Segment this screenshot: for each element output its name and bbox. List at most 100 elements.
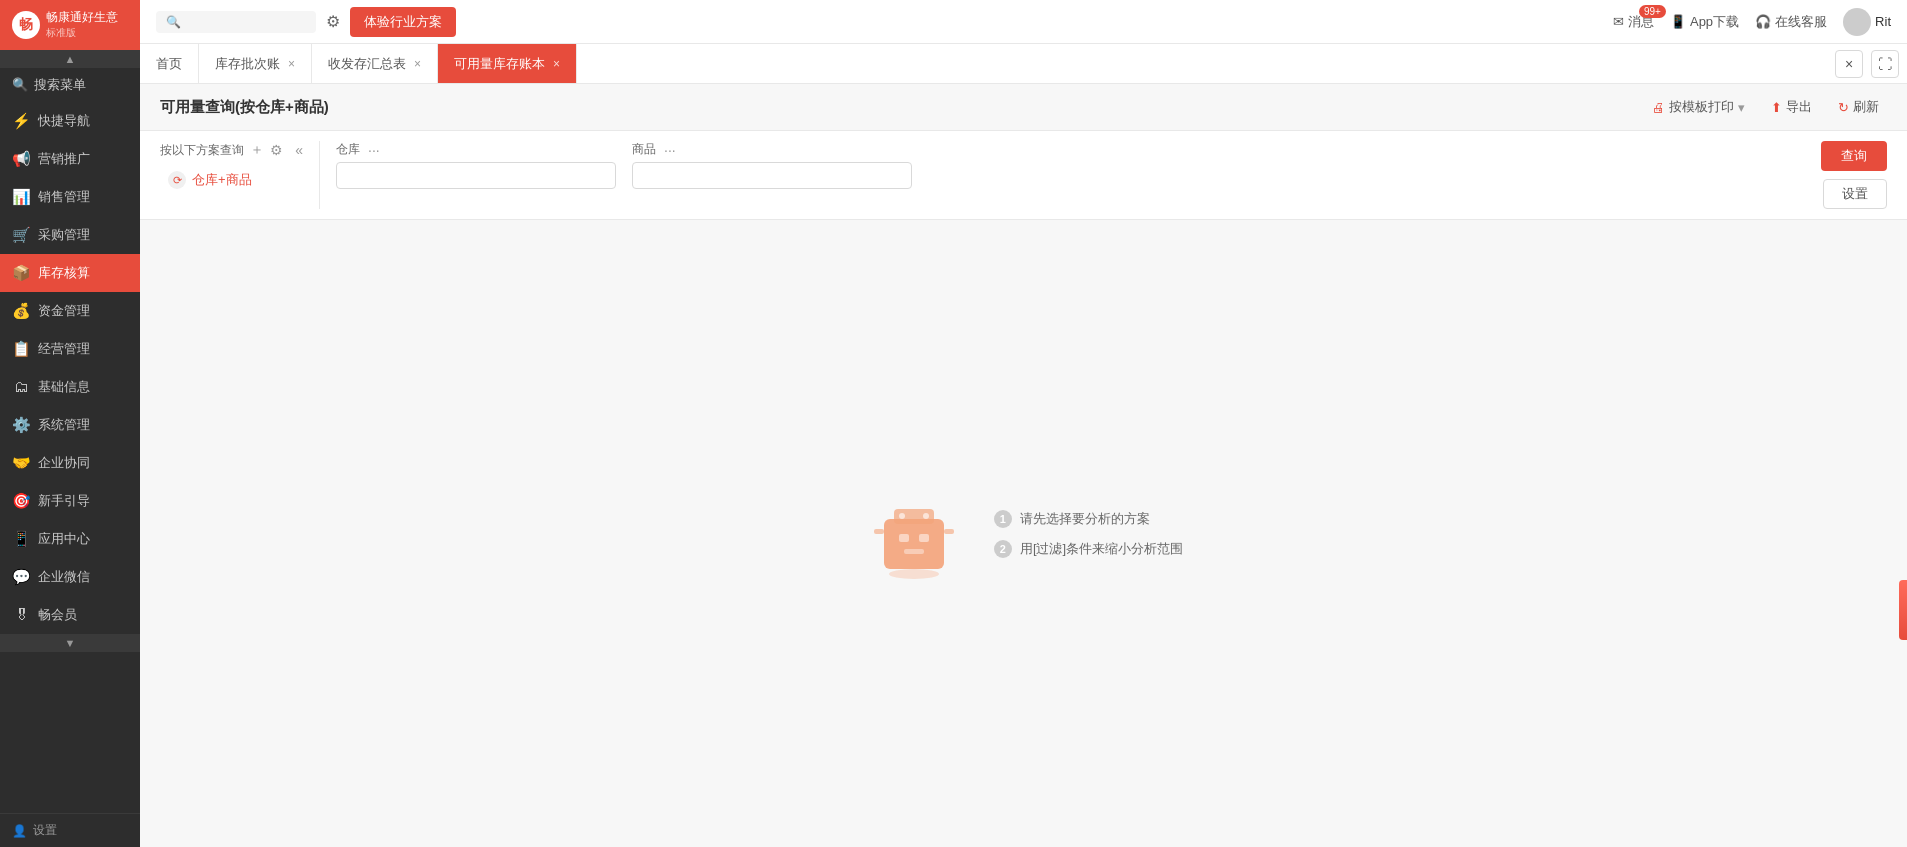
filter-fields: 仓库 ··· 商品 ··· [336, 141, 1807, 209]
filter-area: 按以下方案查询 ＋ ⚙ « ⟳ 仓库+商品 仓库 ··· [140, 131, 1907, 220]
message-badge: 99+ [1639, 5, 1666, 18]
topbar: 🔍 ⚙ 体验行业方案 ✉ 消息 99+ 📱 App下载 🎧 在线客服 Rit [140, 0, 1907, 44]
scheme-item-warehouse-product[interactable]: ⟳ 仓库+商品 [160, 167, 303, 193]
sidebar-item-wechat[interactable]: 💬 企业微信 [0, 558, 140, 596]
sidebar-item-label: 经营管理 [38, 340, 90, 358]
right-scroll-indicator [1899, 580, 1907, 640]
sidebar-item-label: 营销推广 [38, 150, 90, 168]
tab-available-stock-close[interactable]: × [553, 57, 560, 71]
settings-btn[interactable]: 设置 [1823, 179, 1887, 209]
app-download-btn[interactable]: 📱 App下载 [1670, 13, 1739, 31]
print-btn[interactable]: 🖨 按模板打印 ▾ [1644, 94, 1753, 120]
export-label: 导出 [1786, 98, 1812, 116]
user-avatar[interactable]: Rit [1843, 8, 1891, 36]
settings-icon: 👤 [12, 824, 27, 838]
filter-action-buttons: 查询 设置 [1807, 141, 1887, 209]
print-icon: 🖨 [1652, 100, 1665, 115]
inventory-icon: 📦 [12, 264, 30, 282]
refresh-btn[interactable]: ↻ 刷新 [1830, 94, 1887, 120]
sidebar-item-basic[interactable]: 🗂 基础信息 [0, 368, 140, 406]
tip-num-1: 1 [994, 510, 1012, 528]
export-btn[interactable]: ⬆ 导出 [1763, 94, 1820, 120]
topbar-gear-btn[interactable]: ⚙ [326, 12, 340, 31]
sidebar-item-system[interactable]: ⚙️ 系统管理 [0, 406, 140, 444]
product-input[interactable] [632, 162, 912, 189]
filter-scheme-label: 按以下方案查询 [160, 142, 244, 159]
message-btn[interactable]: ✉ 消息 99+ [1613, 13, 1654, 31]
topbar-search[interactable]: 🔍 [156, 11, 316, 33]
page-header: 可用量查询(按仓库+商品) 🖨 按模板打印 ▾ ⬆ 导出 ↻ 刷新 [140, 84, 1907, 131]
app-download-label: App下载 [1690, 13, 1739, 31]
print-dropdown-icon[interactable]: ▾ [1738, 100, 1745, 115]
industry-solution-btn[interactable]: 体验行业方案 [350, 7, 456, 37]
topbar-right: ✉ 消息 99+ 📱 App下载 🎧 在线客服 Rit [1613, 8, 1891, 36]
page-title: 可用量查询(按仓库+商品) [160, 98, 329, 117]
warehouse-input[interactable] [336, 162, 616, 189]
refresh-icon: ↻ [1838, 100, 1849, 115]
svg-rect-7 [874, 529, 884, 534]
svg-rect-0 [884, 519, 944, 569]
tab-recv-summary-close[interactable]: × [414, 57, 421, 71]
basic-icon: 🗂 [12, 378, 30, 396]
tip-text-1: 请先选择要分析的方案 [1020, 510, 1150, 528]
collapse-scheme-btn[interactable]: « [295, 142, 303, 158]
sidebar: 畅 畅康通好生意 标准版 ▲ 🔍 搜索菜单 ⚡ 快捷导航 📢 营销推广 📊 销售… [0, 0, 140, 847]
product-more-btn[interactable]: ··· [664, 142, 676, 158]
search-icon: 🔍 [12, 77, 28, 92]
sidebar-item-label: 快捷导航 [38, 112, 90, 130]
sidebar-item-quick-nav[interactable]: ⚡ 快捷导航 [0, 102, 140, 140]
sidebar-item-finance[interactable]: 💰 资金管理 [0, 292, 140, 330]
tab-close-all-btn[interactable]: × [1835, 50, 1863, 78]
sidebar-item-newbie[interactable]: 🎯 新手引导 [0, 482, 140, 520]
tab-home[interactable]: 首页 [140, 44, 199, 83]
svg-rect-5 [919, 534, 929, 542]
tab-recv-summary[interactable]: 收发存汇总表 × [312, 44, 438, 83]
sidebar-item-marketing[interactable]: 📢 营销推广 [0, 140, 140, 178]
query-btn[interactable]: 查询 [1821, 141, 1887, 171]
sidebar-item-label: 新手引导 [38, 492, 90, 510]
operation-icon: 📋 [12, 340, 30, 358]
purchase-icon: 🛒 [12, 226, 30, 244]
tab-batch-account-close[interactable]: × [288, 57, 295, 71]
sidebar-item-member[interactable]: 🎖 畅会员 [0, 596, 140, 634]
sidebar-item-enterprise[interactable]: 🤝 企业协同 [0, 444, 140, 482]
scroll-down-btn[interactable]: ▼ [0, 634, 140, 652]
sidebar-item-label: 采购管理 [38, 226, 90, 244]
tab-available-stock-label: 可用量库存账本 [454, 55, 545, 73]
online-service-label: 在线客服 [1775, 13, 1827, 31]
warehouse-more-btn[interactable]: ··· [368, 142, 380, 158]
manage-scheme-btn[interactable]: ⚙ [270, 142, 283, 158]
svg-rect-8 [944, 529, 954, 534]
sidebar-item-operation[interactable]: 📋 经营管理 [0, 330, 140, 368]
sidebar-item-sales[interactable]: 📊 销售管理 [0, 178, 140, 216]
product-label: 商品 [632, 141, 656, 158]
empty-tip-2: 2 用[过滤]条件来缩小分析范围 [994, 540, 1183, 558]
add-scheme-btn[interactable]: ＋ [250, 141, 264, 159]
sidebar-item-label: 企业协同 [38, 454, 90, 472]
sidebar-item-inventory[interactable]: 📦 库存核算 [0, 254, 140, 292]
tabbar: 首页 库存批次账 × 收发存汇总表 × 可用量库存账本 × × ⛶ [140, 44, 1907, 84]
member-icon: 🎖 [12, 606, 30, 624]
sidebar-item-label: 库存核算 [38, 264, 90, 282]
tab-expand-btn[interactable]: ⛶ [1871, 50, 1899, 78]
export-icon: ⬆ [1771, 100, 1782, 115]
content-area: 1 请先选择要分析的方案 2 用[过滤]条件来缩小分析范围 [140, 220, 1907, 847]
marketing-icon: 📢 [12, 150, 30, 168]
tab-batch-account-label: 库存批次账 [215, 55, 280, 73]
sidebar-item-appstore[interactable]: 📱 应用中心 [0, 520, 140, 558]
sidebar-settings[interactable]: 👤 设置 [0, 813, 140, 847]
tab-home-label: 首页 [156, 55, 182, 73]
brand-sub: 标准版 [46, 26, 118, 40]
search-menu[interactable]: 🔍 搜索菜单 [0, 68, 140, 102]
sidebar-item-purchase[interactable]: 🛒 采购管理 [0, 216, 140, 254]
tab-batch-account[interactable]: 库存批次账 × [199, 44, 312, 83]
system-icon: ⚙️ [12, 416, 30, 434]
scroll-up-btn[interactable]: ▲ [0, 50, 140, 68]
filter-field-warehouse: 仓库 ··· [336, 141, 616, 189]
tab-available-stock[interactable]: 可用量库存账本 × [438, 44, 577, 83]
avatar-img [1843, 8, 1871, 36]
brand-header: 畅 畅康通好生意 标准版 [0, 0, 140, 50]
online-service-btn[interactable]: 🎧 在线客服 [1755, 13, 1827, 31]
sidebar-item-label: 系统管理 [38, 416, 90, 434]
filter-row-1: 仓库 ··· 商品 ··· [336, 141, 1807, 189]
